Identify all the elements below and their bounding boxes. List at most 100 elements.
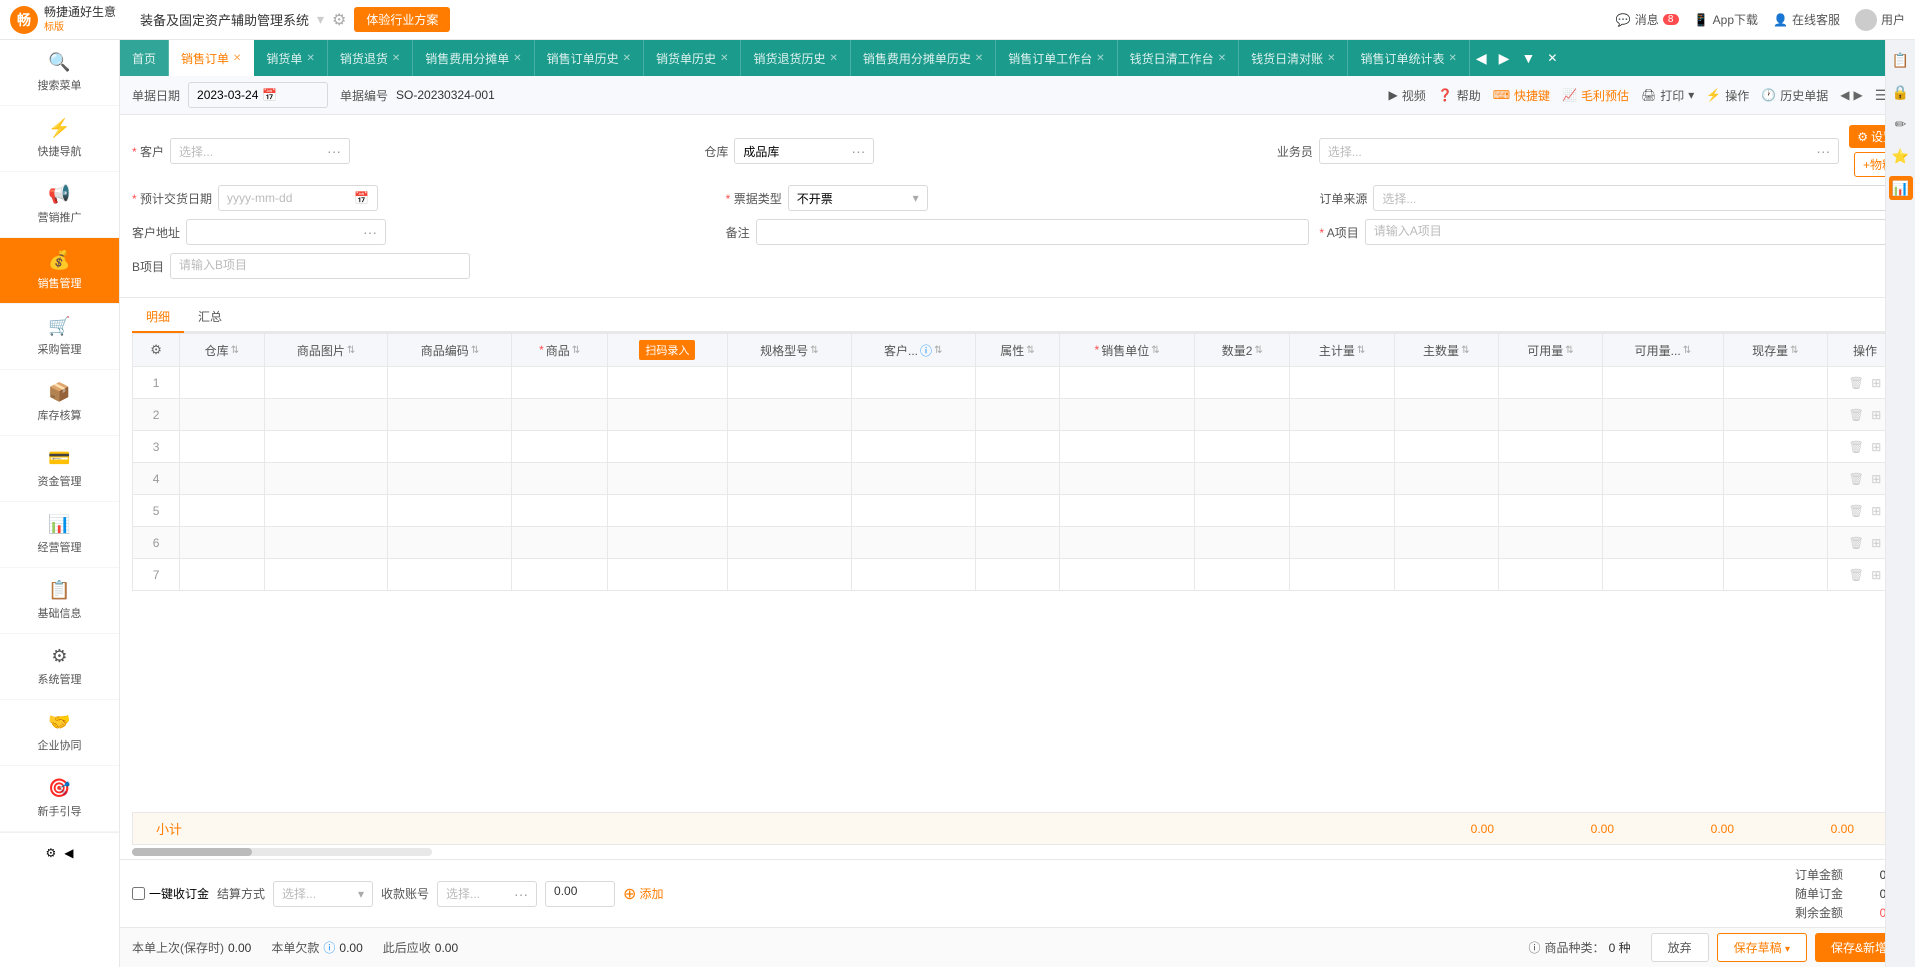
tab-expense-history-close[interactable]: ✕ (975, 53, 983, 64)
row-6-copy-icon[interactable]: ⊞ (1871, 536, 1881, 550)
col-available-sort[interactable]: 可用量 ⇅ (1527, 342, 1573, 359)
row-5-sales-unit[interactable] (1060, 495, 1195, 527)
tab-order-history[interactable]: 销售订单历史 ✕ (535, 40, 644, 76)
right-panel-lock-icon[interactable]: 🔒 (1889, 80, 1913, 104)
tab-cash-workbench-close[interactable]: ✕ (1218, 53, 1226, 64)
row-1-warehouse[interactable] (180, 367, 264, 399)
sidebar-item-system[interactable]: ⚙ 系统管理 (0, 634, 119, 700)
row-2-current-stock[interactable] (1723, 399, 1827, 431)
row-6-main-qty[interactable] (1394, 527, 1498, 559)
tab-sales-stats[interactable]: 销售订单统计表 ✕ (1348, 40, 1469, 76)
customer-more-icon[interactable]: ··· (327, 143, 341, 159)
col-current-stock-sort[interactable]: 现存量 ⇅ (1752, 342, 1798, 359)
tab-invoice-history-close[interactable]: ✕ (720, 53, 728, 64)
row-4-available2[interactable] (1603, 463, 1724, 495)
row-6-current-stock[interactable] (1723, 527, 1827, 559)
row-5-product-code[interactable] (388, 495, 512, 527)
row-5-main-unit[interactable] (1290, 495, 1394, 527)
row-4-product[interactable] (512, 463, 607, 495)
tab-expense[interactable]: 销售费用分摊单 ✕ (413, 40, 534, 76)
project-a-input[interactable]: 请输入A项目 (1365, 219, 1903, 245)
row-2-spec[interactable] (727, 399, 851, 431)
row-3-spec[interactable] (727, 431, 851, 463)
user-item[interactable]: 用户 (1855, 9, 1905, 31)
help-btn[interactable]: ❓ 帮助 (1438, 87, 1481, 104)
warehouse-more-icon[interactable]: ··· (851, 143, 865, 159)
row-4-main-unit[interactable] (1290, 463, 1394, 495)
row-1-spec[interactable] (727, 367, 851, 399)
customer-input[interactable]: 选择... ··· (170, 138, 350, 164)
col-customer-code-sort[interactable]: 客户... ⓘ ⇅ (884, 342, 942, 359)
sidebar-item-navigation[interactable]: ⚡ 快捷导航 (0, 106, 119, 172)
col-qty2-sort[interactable]: 数量2 ⇅ (1222, 342, 1263, 359)
tab-sales-invoice-close[interactable]: ✕ (306, 53, 314, 64)
sidebar-item-guide[interactable]: 🎯 新手引导 (0, 766, 119, 832)
delivery-input[interactable]: yyyy-mm-dd 📅 (218, 185, 378, 211)
col-product-sort[interactable]: * 商品 ⇅ (539, 342, 580, 359)
row-6-customer-code[interactable] (851, 527, 975, 559)
row-7-available[interactable] (1498, 559, 1602, 591)
row-7-copy-icon[interactable]: ⊞ (1871, 568, 1881, 582)
col-main-qty-sort[interactable]: 主数量 ⇅ (1423, 342, 1469, 359)
sidebar-item-basic[interactable]: 📋 基础信息 (0, 568, 119, 634)
tab-return[interactable]: 销货退货 ✕ (328, 40, 413, 76)
col-attribute-sort[interactable]: 属性 ⇅ (1000, 342, 1034, 359)
row-4-warehouse[interactable] (180, 463, 264, 495)
save-draft-dropdown-icon[interactable]: ▾ (1785, 944, 1790, 955)
row-4-product-img[interactable] (264, 463, 388, 495)
row-7-spec[interactable] (727, 559, 851, 591)
tab-order-history-close[interactable]: ✕ (623, 53, 631, 64)
tab-detail[interactable]: 明细 (132, 302, 184, 333)
row-4-spec[interactable] (727, 463, 851, 495)
tab-cash-reconcile[interactable]: 钱货日清对账 ✕ (1239, 40, 1348, 76)
date-input[interactable]: 2023-03-24 📅 (188, 82, 328, 108)
row-6-sales-unit[interactable] (1060, 527, 1195, 559)
row-6-available[interactable] (1498, 527, 1602, 559)
collapse-icon[interactable]: ◀ (64, 846, 73, 860)
tab-return-history-close[interactable]: ✕ (829, 53, 837, 64)
row-2-product[interactable] (512, 399, 607, 431)
row-2-copy-icon[interactable]: ⊞ (1871, 408, 1881, 422)
tab-invoice-history[interactable]: 销货单历史 ✕ (644, 40, 741, 76)
col-spec-sort[interactable]: 规格型号 ⇅ (760, 342, 818, 359)
row-7-product-img[interactable] (264, 559, 388, 591)
row-6-attribute[interactable] (975, 527, 1059, 559)
tab-expense-close[interactable]: ✕ (513, 53, 521, 64)
tab-sales-invoice[interactable]: 销货单 ✕ (254, 40, 327, 76)
row-7-main-unit[interactable] (1290, 559, 1394, 591)
row-7-customer-code[interactable] (851, 559, 975, 591)
message-item[interactable]: 💬 消息 8 (1616, 11, 1679, 28)
tab-cash-workbench[interactable]: 钱货日清工作台 ✕ (1118, 40, 1239, 76)
tab-sales-order[interactable]: 销售订单 ✕ (169, 40, 254, 76)
row-6-spec[interactable] (727, 527, 851, 559)
row-7-warehouse[interactable] (180, 559, 264, 591)
address-input[interactable]: ··· (186, 219, 386, 245)
horizontal-scrollbar[interactable] (132, 848, 432, 856)
settings-icon[interactable]: ⚙ (332, 10, 346, 30)
note-input[interactable] (756, 219, 1310, 245)
payment-method-select[interactable]: 选择... ▾ (273, 881, 373, 907)
address-more-icon[interactable]: ··· (363, 224, 377, 240)
row-6-product-code[interactable] (388, 527, 512, 559)
tab-cash-reconcile-close[interactable]: ✕ (1327, 53, 1335, 64)
invoice-select[interactable]: 不开票 ▾ (788, 185, 928, 211)
tab-expense-history[interactable]: 销售费用分摊单历史 ✕ (851, 40, 996, 76)
row-6-delete-icon[interactable]: 🗑 (1849, 536, 1864, 550)
row-4-attribute[interactable] (975, 463, 1059, 495)
right-panel-edit-icon[interactable]: ✏ (1889, 112, 1913, 136)
col-main-unit-sort[interactable]: 主计量 ⇅ (1319, 342, 1365, 359)
row-5-copy-icon[interactable]: ⊞ (1871, 504, 1881, 518)
row-2-available2[interactable] (1603, 399, 1724, 431)
row-2-qty2[interactable] (1195, 399, 1290, 431)
row-5-product-img[interactable] (264, 495, 388, 527)
col-product-code-sort[interactable]: 商品编码 ⇅ (421, 342, 479, 359)
one-click-checkbox[interactable] (132, 887, 145, 900)
row-5-warehouse[interactable] (180, 495, 264, 527)
row-7-product-code[interactable] (388, 559, 512, 591)
prev-record-icon[interactable]: ◀ (1840, 88, 1849, 102)
sidebar-item-inventory[interactable]: 📦 库存核算 (0, 370, 119, 436)
row-4-available[interactable] (1498, 463, 1602, 495)
row-5-available[interactable] (1498, 495, 1602, 527)
row-6-warehouse[interactable] (180, 527, 264, 559)
row-2-main-unit[interactable] (1290, 399, 1394, 431)
